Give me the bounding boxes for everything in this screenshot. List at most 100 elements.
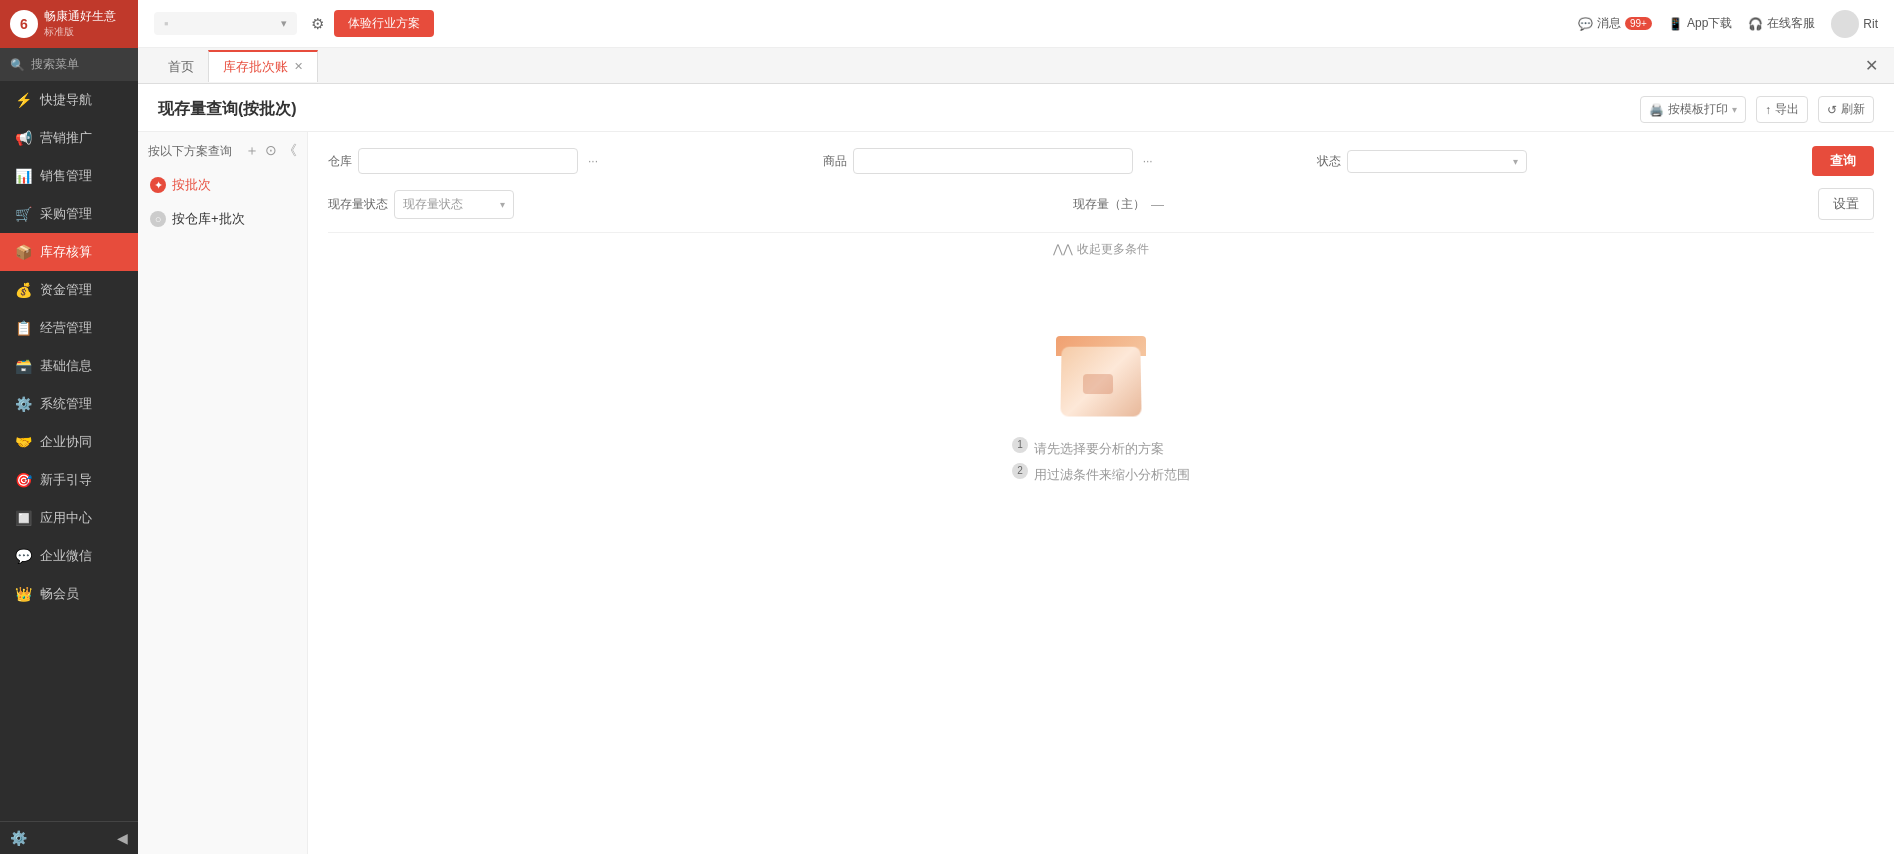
close-panel-icon[interactable]: ✕ [1865,56,1878,75]
topbar-search-input[interactable] [175,17,275,31]
message-badge: 99+ [1625,17,1652,30]
close-tab-icon[interactable]: ✕ [294,60,303,73]
collapse-bar[interactable]: ⋀⋀ 收起更多条件 [328,232,1874,266]
sidebar-item-apps[interactable]: 🔲 应用中心 [0,499,138,537]
sidebar-item-guide[interactable]: 🎯 新手引导 [0,461,138,499]
marketing-icon: 📢 [14,129,32,147]
system-icon: ⚙️ [14,395,32,413]
tab-home[interactable]: 首页 [154,50,208,82]
status-select[interactable]: ▾ [1347,150,1527,173]
warehouse-filter: 仓库 ··· [328,148,813,174]
sidebar-item-system[interactable]: ⚙️ 系统管理 [0,385,138,423]
topbar-search-icon: ▪ [164,16,169,31]
stock-qty-label: 现存量（主） [1073,196,1145,213]
sidebar-item-operation[interactable]: 📋 经营管理 [0,309,138,347]
apps-icon: 🔲 [14,509,32,527]
sidebar-item-quick-nav[interactable]: ⚡ 快捷导航 [0,81,138,119]
message-icon: 💬 [1578,17,1593,31]
collapse-icon[interactable]: ◀ [117,830,128,846]
corp-icon: 🤝 [14,433,32,451]
left-panel: 按以下方案查询 ＋ ⊙ 《 ✦ 按批次 ○ 按仓库+批次 [138,132,308,854]
hint-1: 1 请先选择要分析的方案 [1012,436,1190,462]
empty-state: 1 请先选择要分析的方案 2 用过滤条件来缩小分析范围 [328,266,1874,548]
query-btn[interactable]: 查询 [1812,146,1874,176]
export-btn[interactable]: ↑ 导出 [1756,96,1808,123]
plan-batch-icon: ✦ [150,177,166,193]
settings-icon[interactable]: ⚙️ [10,830,27,846]
export-icon: ↑ [1765,103,1771,117]
tabs-bar: 首页 库存批次账 ✕ ✕ [138,48,1894,84]
empty-box [1060,347,1141,417]
plan-settings-icon[interactable]: ⊙ [265,142,277,160]
quick-nav-icon: ⚡ [14,91,32,109]
sidebar-search[interactable]: 🔍 搜索菜单 [0,48,138,81]
sidebar-item-sales[interactable]: 📊 销售管理 [0,157,138,195]
sidebar: 6 畅康通好生意 标准版 🔍 搜索菜单 ⚡ 快捷导航 📢 营销推广 📊 销售管理… [0,0,138,854]
plan-item-batch[interactable]: ✦ 按批次 [138,168,307,202]
sidebar-item-purchase[interactable]: 🛒 采购管理 [0,195,138,233]
sidebar-item-corp[interactable]: 🤝 企业协同 [0,423,138,461]
empty-illustration [1051,326,1151,416]
warehouse-more-btn[interactable]: ··· [584,152,602,170]
stock-status-filter: 现存量状态 现存量状态 ▾ [328,190,1063,219]
page-title: 现存量查询(按批次) [158,99,297,120]
sidebar-item-member[interactable]: 👑 畅会员 [0,575,138,613]
left-panel-actions: ＋ ⊙ 《 [245,142,297,160]
add-plan-icon[interactable]: ＋ [245,142,259,160]
sidebar-item-inventory[interactable]: 📦 库存核算 [0,233,138,271]
app-title-area: 畅康通好生意 标准版 [44,9,116,39]
topbar-gear-icon[interactable]: ⚙ [311,15,324,33]
main-area: ▪ ▾ ⚙ 体验行业方案 💬 消息 99+ 📱 App下载 🎧 在线客服 Ri [138,0,1894,854]
status-chevron-icon: ▾ [1513,156,1518,167]
sidebar-item-marketing[interactable]: 📢 营销推广 [0,119,138,157]
sidebar-item-wechat[interactable]: 💬 企业微信 [0,537,138,575]
user-avatar [1831,10,1859,38]
topbar: ▪ ▾ ⚙ 体验行业方案 💬 消息 99+ 📱 App下载 🎧 在线客服 Ri [138,0,1894,48]
print-chevron-icon[interactable]: ▾ [1732,104,1737,115]
stock-status-select[interactable]: 现存量状态 ▾ [394,190,514,219]
online-service-action[interactable]: 🎧 在线客服 [1748,15,1815,32]
sidebar-item-basic[interactable]: 🗃️ 基础信息 [0,347,138,385]
stock-qty-filter: 现存量（主） — [1073,196,1808,213]
stock-status-chevron-icon: ▾ [500,199,505,210]
sidebar-bottom: ⚙️ ◀ [0,821,138,854]
collapse-panel-icon[interactable]: 《 [283,142,297,160]
product-more-btn[interactable]: ··· [1139,152,1157,170]
settings-btn[interactable]: 设置 [1818,188,1874,220]
print-btn[interactable]: 🖨️ 按模板打印 ▾ [1640,96,1746,123]
sidebar-item-finance[interactable]: 💰 资金管理 [0,271,138,309]
guide-icon: 🎯 [14,471,32,489]
operation-icon: 📋 [14,319,32,337]
app-logo: 6 [10,10,38,38]
product-filter: 商品 ··· [823,148,1308,174]
topbar-chevron-icon[interactable]: ▾ [281,17,287,30]
warehouse-input[interactable] [358,148,578,174]
sales-icon: 📊 [14,167,32,185]
product-label: 商品 [823,153,847,170]
purchase-icon: 🛒 [14,205,32,223]
plan-item-warehouse-batch[interactable]: ○ 按仓库+批次 [138,202,307,236]
topbar-search[interactable]: ▪ ▾ [154,12,297,35]
stock-qty-dash: — [1151,197,1164,212]
trial-btn[interactable]: 体验行业方案 [334,10,434,37]
empty-box-face [1083,374,1113,394]
refresh-btn[interactable]: ↺ 刷新 [1818,96,1874,123]
product-input[interactable] [853,148,1133,174]
empty-hints: 1 请先选择要分析的方案 2 用过滤条件来缩小分析范围 [1012,436,1190,488]
wechat-icon: 💬 [14,547,32,565]
tab-inventory-batch[interactable]: 库存批次账 ✕ [208,50,318,82]
app-download-action[interactable]: 📱 App下载 [1668,15,1732,32]
sidebar-header: 6 畅康通好生意 标准版 [0,0,138,48]
messages-action[interactable]: 💬 消息 99+ [1578,15,1652,32]
status-label: 状态 [1317,153,1341,170]
sidebar-menu: ⚡ 快捷导航 📢 营销推广 📊 销售管理 🛒 采购管理 📦 库存核算 💰 资金管… [0,81,138,821]
filter-row-1: 仓库 ··· 商品 ··· 状态 ▾ [328,146,1874,176]
search-icon: 🔍 [10,58,25,72]
app-name: 畅康通好生意 [44,9,116,25]
print-icon: 🖨️ [1649,103,1664,117]
finance-icon: 💰 [14,281,32,299]
collapse-up-icon: ⋀⋀ [1053,242,1073,256]
download-icon: 📱 [1668,17,1683,31]
user-profile-action[interactable]: Rit [1831,10,1878,38]
service-icon: 🎧 [1748,17,1763,31]
